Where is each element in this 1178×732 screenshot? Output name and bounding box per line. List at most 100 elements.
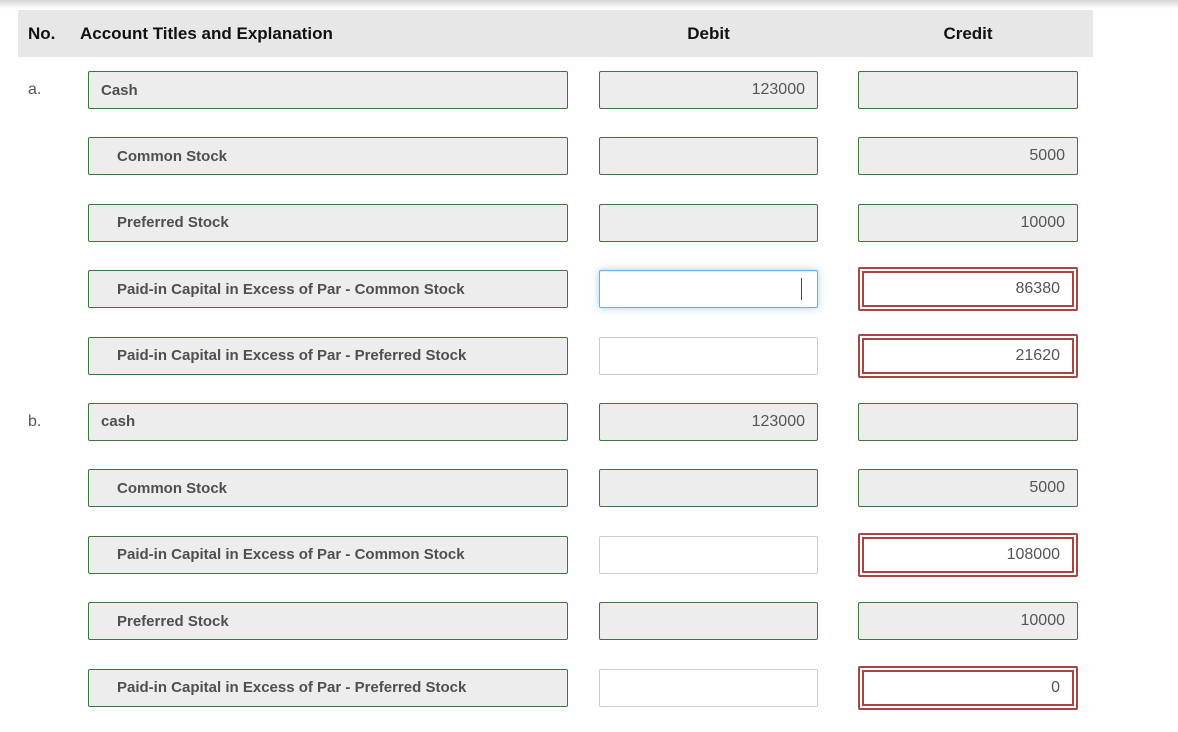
debit-cell (599, 267, 818, 311)
account-cell (88, 599, 568, 643)
table-header: No. Account Titles and Explanation Debit… (18, 10, 1093, 57)
debit-cell (599, 400, 818, 444)
account-cell (88, 400, 568, 444)
journal-row: b. (0, 400, 1178, 444)
debit-input[interactable] (599, 668, 818, 707)
debit-cell (599, 666, 818, 710)
text-caret (800, 278, 802, 301)
entry-letter: b. (28, 412, 42, 430)
credit-input-wrap (858, 333, 1078, 378)
debit-input (599, 402, 818, 441)
debit-input-wrap (599, 602, 818, 641)
account-title-input (88, 71, 568, 109)
debit-input[interactable] (599, 336, 818, 375)
credit-input[interactable] (862, 271, 1074, 308)
account-title-input (88, 203, 568, 242)
debit-input-wrap (599, 668, 818, 707)
account-title-input (88, 535, 568, 574)
account-cell (88, 466, 568, 510)
debit-input-wrap (599, 469, 818, 508)
journal-row (0, 466, 1178, 510)
credit-input (858, 602, 1078, 641)
credit-input-wrap (858, 602, 1078, 641)
credit-cell (858, 665, 1078, 710)
account-cell (88, 201, 568, 245)
credit-cell (858, 466, 1078, 510)
debit-input-wrap (599, 336, 818, 375)
account-cell (88, 68, 568, 112)
credit-cell (858, 68, 1078, 112)
debit-input-wrap (599, 71, 818, 109)
debit-input-wrap (599, 535, 818, 574)
credit-cell (858, 532, 1078, 577)
journal-row: a. (0, 68, 1178, 112)
account-title-input (88, 602, 568, 641)
debit-input (599, 602, 818, 641)
credit-input-wrap (858, 71, 1078, 109)
debit-cell (599, 68, 818, 112)
entry-letter: a. (28, 81, 42, 98)
credit-input[interactable] (862, 536, 1074, 573)
account-title-input (88, 668, 568, 707)
journal-row (0, 599, 1178, 643)
credit-input[interactable] (862, 669, 1074, 706)
credit-input-wrap (858, 137, 1078, 176)
account-cell (88, 334, 568, 378)
credit-cell (858, 134, 1078, 178)
credit-cell (858, 400, 1078, 444)
credit-cell (858, 267, 1078, 312)
debit-input-wrap (599, 402, 818, 441)
account-cell (88, 134, 568, 178)
credit-input-wrap (858, 665, 1078, 710)
journal-entry-page: { "header": { "no": "No.", "account": "A… (0, 0, 1178, 710)
account-title-input (88, 270, 568, 309)
credit-input[interactable] (862, 337, 1074, 374)
debit-input-wrap (599, 203, 818, 242)
credit-input-wrap (858, 402, 1078, 441)
debit-cell (599, 466, 818, 510)
header-debit: Debit (687, 24, 730, 43)
credit-input (858, 71, 1078, 109)
debit-input[interactable] (599, 270, 818, 309)
journal-row (0, 267, 1178, 312)
journal-rows: a. Cash 123000 Common Stock 5000 Preferr… (0, 68, 1178, 732)
credit-input-wrap (858, 203, 1078, 242)
journal-row (0, 134, 1178, 178)
credit-cell (858, 201, 1078, 245)
account-title-input (88, 469, 568, 508)
top-fade-shadow (0, 0, 1178, 9)
journal-row (0, 201, 1178, 245)
credit-cell (858, 333, 1078, 378)
debit-cell (599, 533, 818, 577)
account-title-input (88, 402, 568, 441)
credit-input-wrap (858, 267, 1078, 312)
debit-input (599, 469, 818, 508)
credit-cell (858, 599, 1078, 643)
account-cell (88, 666, 568, 710)
debit-input[interactable] (599, 535, 818, 574)
credit-input (858, 469, 1078, 508)
credit-input (858, 203, 1078, 242)
debit-cell (599, 134, 818, 178)
journal-row (0, 333, 1178, 378)
header-no: No. (28, 24, 56, 43)
debit-cell (599, 334, 818, 378)
credit-input (858, 402, 1078, 441)
account-title-input (88, 137, 568, 176)
account-title-input (88, 336, 568, 375)
journal-row (0, 665, 1178, 710)
header-account: Account Titles and Explanation (80, 24, 333, 43)
credit-input (858, 137, 1078, 176)
account-cell (88, 533, 568, 577)
header-credit: Credit (943, 24, 993, 43)
debit-input-wrap (599, 137, 818, 176)
debit-cell (599, 201, 818, 245)
debit-cell (599, 599, 818, 643)
debit-input (599, 203, 818, 242)
debit-input (599, 137, 818, 176)
journal-row (0, 532, 1178, 577)
debit-input-wrap (599, 270, 818, 309)
credit-input-wrap (858, 532, 1078, 577)
credit-input-wrap (858, 469, 1078, 508)
account-cell (88, 267, 568, 311)
